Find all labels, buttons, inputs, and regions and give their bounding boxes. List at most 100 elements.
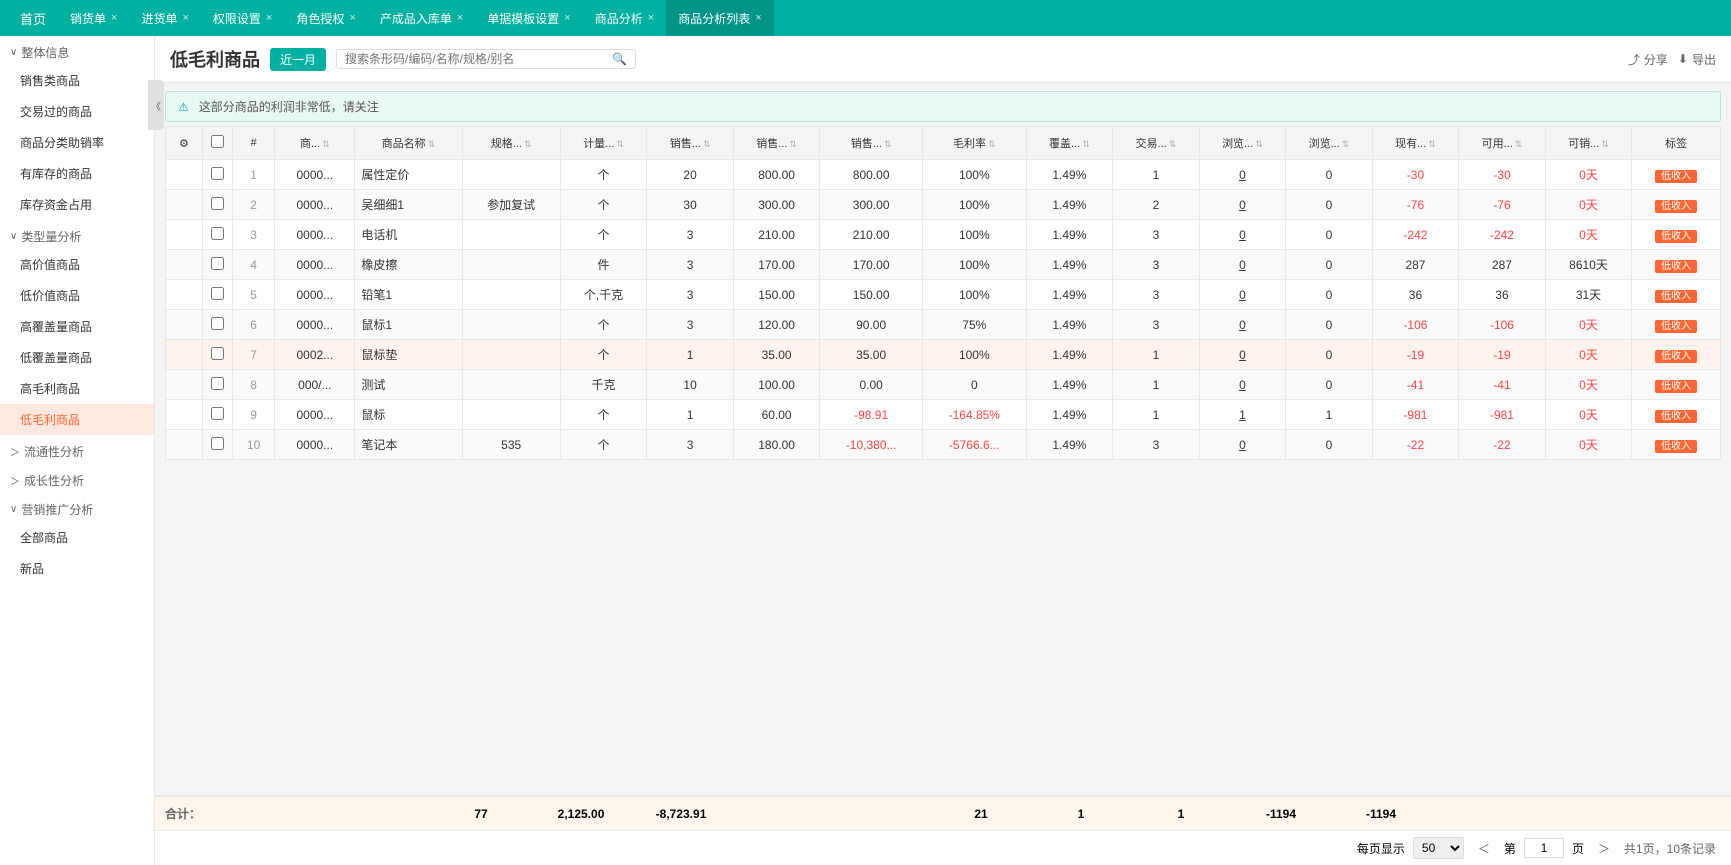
row-browse1-cell[interactable]: 0 <box>1199 280 1286 310</box>
sidebar-item-all-products[interactable]: 全部商品 <box>0 522 154 553</box>
share-button[interactable]: ⤴ 分享 <box>1628 51 1668 68</box>
prev-page-button[interactable]: ＜ <box>1472 838 1496 859</box>
sales1-column-header[interactable]: 销售...⇅ <box>647 127 734 160</box>
row-checkbox[interactable] <box>211 227 224 240</box>
sales3-column-header[interactable]: 销售...⇅ <box>820 127 923 160</box>
period-button[interactable]: 近一月 <box>270 48 326 71</box>
row-checkbox[interactable] <box>211 317 224 330</box>
row-checkbox-cell[interactable] <box>202 370 232 400</box>
row-browse2-cell: 0 <box>1286 220 1373 250</box>
browse1-column-header[interactable]: 浏览...⇅ <box>1199 127 1286 160</box>
row-browse1-cell[interactable]: 1 <box>1199 400 1286 430</box>
stock1-column-header[interactable]: 现有...⇅ <box>1372 127 1459 160</box>
stock2-column-header[interactable]: 可用...⇅ <box>1459 127 1546 160</box>
row-checkbox-cell[interactable] <box>202 430 232 460</box>
row-browse2-cell: 0 <box>1286 250 1373 280</box>
sidebar-group-circulation[interactable]: ＞ 流通性分析 <box>0 435 154 464</box>
sidebar-group-marketing[interactable]: ∨ 营销推广分析 <box>0 493 154 522</box>
row-stock1-cell: -242 <box>1372 220 1459 250</box>
row-browse1-cell[interactable]: 0 <box>1199 370 1286 400</box>
sidebar-item-low-margin[interactable]: 低毛利商品 <box>0 404 154 435</box>
nav-sales-order[interactable]: 销货单 × <box>58 0 129 36</box>
browse2-column-header[interactable]: 浏览...⇅ <box>1286 127 1373 160</box>
close-icon[interactable]: × <box>564 12 570 24</box>
sales2-column-header[interactable]: 销售...⇅ <box>733 127 820 160</box>
sidebar-item-high-margin[interactable]: 高毛利商品 <box>0 373 154 404</box>
sidebar-group-overall[interactable]: ∨ 整体信息 <box>0 36 154 65</box>
nav-template-settings[interactable]: 单据模板设置 × <box>475 0 582 36</box>
spec-column-header[interactable]: 规格...⇅ <box>462 127 560 160</box>
row-name-cell: 测试 <box>355 370 462 400</box>
row-browse1-cell[interactable]: 0 <box>1199 250 1286 280</box>
row-code-cell: 0000... <box>275 220 355 250</box>
sidebar-collapse-button[interactable]: 《 <box>148 80 164 130</box>
close-icon[interactable]: × <box>266 12 272 24</box>
sidebar-item-new-products[interactable]: 新品 <box>0 553 154 584</box>
nav-product-analysis[interactable]: 商品分析 × <box>583 0 666 36</box>
row-browse1-cell[interactable]: 0 <box>1199 160 1286 190</box>
trade-column-header[interactable]: 交易...⇅ <box>1113 127 1200 160</box>
row-trade-cell: 3 <box>1113 310 1200 340</box>
close-icon[interactable]: × <box>648 12 654 24</box>
code-column-header[interactable]: 商...⇅ <box>275 127 355 160</box>
nav-purchase-order[interactable]: 进货单 × <box>129 0 200 36</box>
row-checkbox[interactable] <box>211 347 224 360</box>
coverage-column-header[interactable]: 覆盖...⇅ <box>1026 127 1113 160</box>
row-checkbox[interactable] <box>211 167 224 180</box>
settings-column-header[interactable]: ⚙ <box>166 127 203 160</box>
row-checkbox-cell[interactable] <box>202 280 232 310</box>
search-icon[interactable]: 🔍 <box>612 52 627 66</box>
nav-home[interactable]: 首页 <box>8 0 58 36</box>
close-icon[interactable]: × <box>457 12 463 24</box>
nav-product-analysis-list[interactable]: 商品分析列表 × <box>666 0 773 36</box>
row-checkbox-cell[interactable] <box>202 340 232 370</box>
page-number-input[interactable] <box>1524 838 1564 858</box>
row-checkbox[interactable] <box>211 197 224 210</box>
row-browse1-cell[interactable]: 0 <box>1199 190 1286 220</box>
close-icon[interactable]: × <box>349 12 355 24</box>
nav-permissions[interactable]: 权限设置 × <box>201 0 284 36</box>
stock3-column-header[interactable]: 可销...⇅ <box>1545 127 1632 160</box>
row-checkbox-cell[interactable] <box>202 310 232 340</box>
row-checkbox[interactable] <box>211 407 224 420</box>
row-checkbox-cell[interactable] <box>202 220 232 250</box>
sidebar-item-category-rate[interactable]: 商品分类助销率 <box>0 127 154 158</box>
sidebar-group-type-analysis[interactable]: ∨ 类型量分析 <box>0 220 154 249</box>
row-checkbox-cell[interactable] <box>202 190 232 220</box>
row-sales1-cell: 3 <box>647 310 734 340</box>
close-icon[interactable]: × <box>755 12 761 24</box>
row-checkbox-cell[interactable] <box>202 250 232 280</box>
search-input[interactable] <box>345 52 612 66</box>
nav-product-entry[interactable]: 产成品入库单 × <box>368 0 475 36</box>
row-checkbox[interactable] <box>211 287 224 300</box>
sidebar-item-in-stock[interactable]: 有库存的商品 <box>0 158 154 189</box>
checkbox-column-header[interactable] <box>202 127 232 160</box>
sidebar-item-low-value[interactable]: 低价值商品 <box>0 280 154 311</box>
per-page-select[interactable]: 50 100 200 <box>1413 837 1464 859</box>
row-browse1-cell[interactable]: 0 <box>1199 220 1286 250</box>
sidebar-item-low-coverage[interactable]: 低覆盖量商品 <box>0 342 154 373</box>
nav-role-auth[interactable]: 角色授权 × <box>284 0 367 36</box>
name-column-header[interactable]: 商品名称⇅ <box>355 127 462 160</box>
next-page-button[interactable]: ＞ <box>1592 838 1616 859</box>
row-checkbox-cell[interactable] <box>202 400 232 430</box>
sidebar-item-traded-products[interactable]: 交易过的商品 <box>0 96 154 127</box>
row-checkbox[interactable] <box>211 377 224 390</box>
select-all-checkbox[interactable] <box>211 135 224 148</box>
sidebar-item-stock-capital[interactable]: 库存资金占用 <box>0 189 154 220</box>
row-browse1-cell[interactable]: 0 <box>1199 310 1286 340</box>
gross-column-header[interactable]: 毛利率⇅ <box>922 127 1026 160</box>
row-checkbox-cell[interactable] <box>202 160 232 190</box>
unit-column-header[interactable]: 计量...⇅ <box>560 127 647 160</box>
close-icon[interactable]: × <box>111 12 117 24</box>
export-button[interactable]: ⬇ 导出 <box>1678 51 1716 68</box>
row-checkbox[interactable] <box>211 437 224 450</box>
sidebar-group-growth[interactable]: ＞ 成长性分析 <box>0 464 154 493</box>
sidebar-item-sales-products[interactable]: 销售类商品 <box>0 65 154 96</box>
close-icon[interactable]: × <box>182 12 188 24</box>
sidebar-item-high-value[interactable]: 高价值商品 <box>0 249 154 280</box>
row-browse1-cell[interactable]: 0 <box>1199 340 1286 370</box>
row-checkbox[interactable] <box>211 257 224 270</box>
sidebar-item-high-coverage[interactable]: 高覆盖量商品 <box>0 311 154 342</box>
row-browse1-cell[interactable]: 0 <box>1199 430 1286 460</box>
